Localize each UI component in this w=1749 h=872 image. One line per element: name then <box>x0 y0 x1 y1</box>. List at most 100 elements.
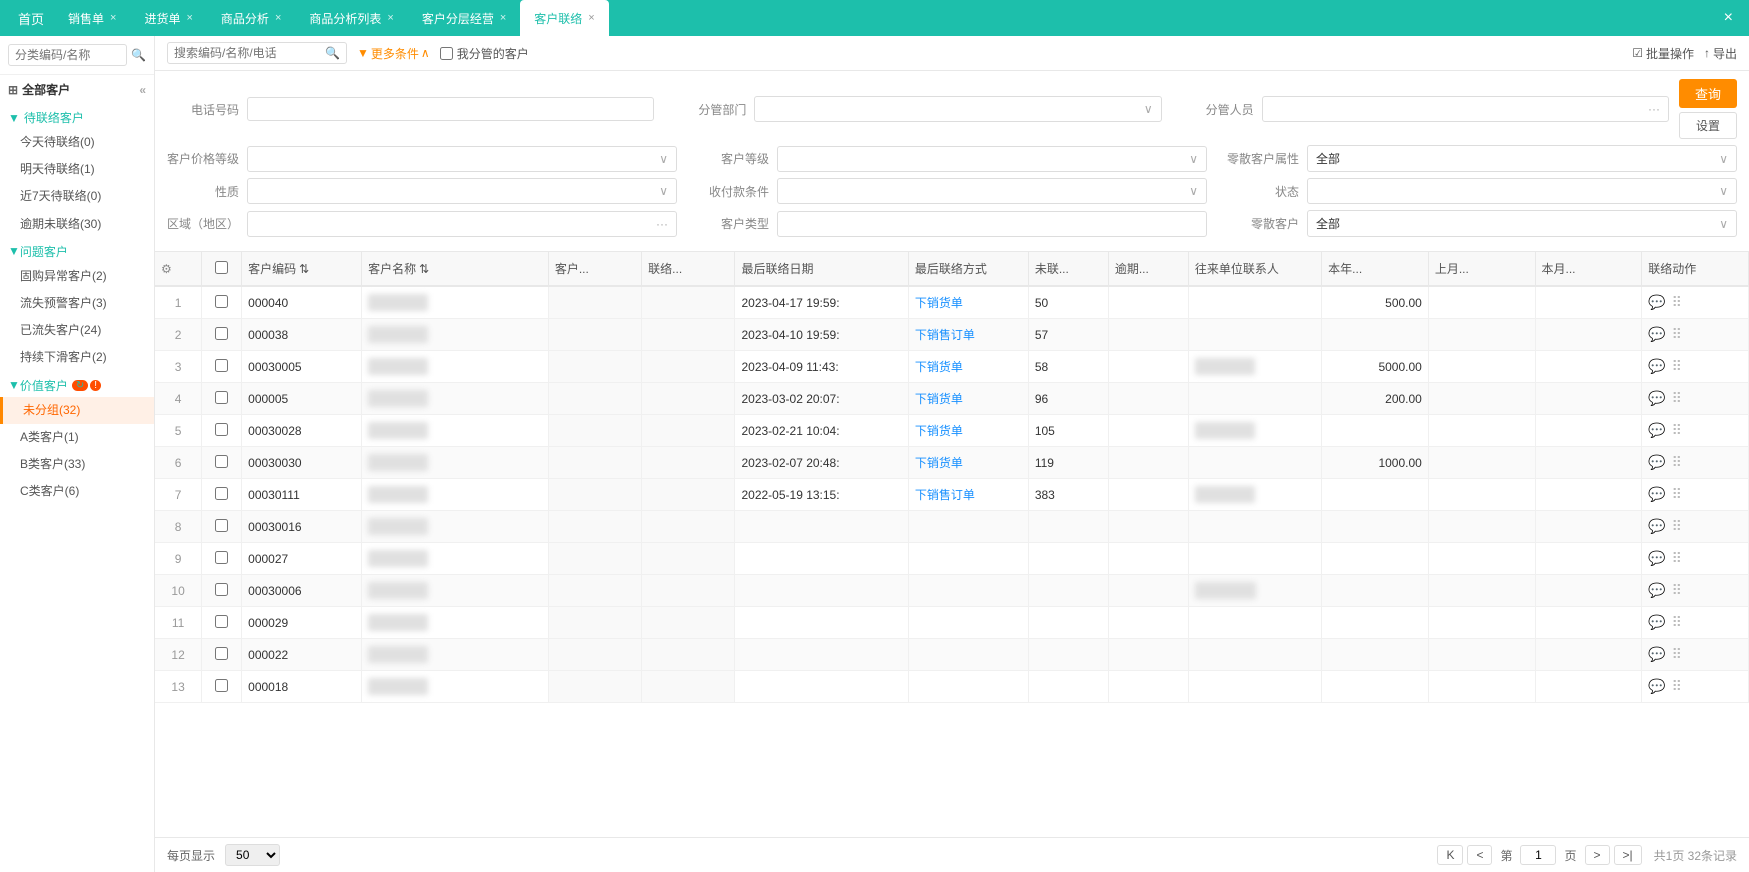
chat-icon[interactable]: 💬 <box>1648 454 1665 471</box>
sidebar-item-overdue-pending[interactable]: 逾期未联络(30) <box>0 211 154 238</box>
row-checkbox[interactable] <box>215 679 228 692</box>
price-level-select[interactable]: ∨ <box>247 146 677 172</box>
last-way-link[interactable]: 下销货单 <box>915 456 963 470</box>
more-icon[interactable]: ⠿ <box>1672 390 1682 407</box>
row-checkbox[interactable] <box>215 583 228 596</box>
last-way-link[interactable]: 下销货单 <box>915 296 963 310</box>
next-page-btn[interactable]: > <box>1585 845 1610 865</box>
more-icon[interactable]: ⠿ <box>1672 454 1682 471</box>
batch-op-btn[interactable]: ☑ 批量操作 <box>1632 45 1694 62</box>
th-code[interactable]: 客户编码⇅ <box>242 252 362 286</box>
chat-icon[interactable]: 💬 <box>1648 486 1665 503</box>
row-check[interactable] <box>202 607 242 639</box>
retail-select[interactable]: 全部 ∨ <box>1307 210 1737 237</box>
row-checkbox[interactable] <box>215 455 228 468</box>
th-gear[interactable]: ⚙ <box>155 252 202 286</box>
sidebar-item-ungrouped[interactable]: 未分组(32) <box>0 397 154 424</box>
row-checkbox[interactable] <box>215 487 228 500</box>
refresh-icon[interactable]: ↻ <box>72 380 88 391</box>
row-checkbox[interactable] <box>215 359 228 372</box>
chat-icon[interactable]: 💬 <box>1648 614 1665 631</box>
chat-icon[interactable]: 💬 <box>1648 646 1665 663</box>
prev-page-btn[interactable]: < <box>1467 845 1492 865</box>
sidebar-search-icon[interactable]: 🔍 <box>131 48 146 62</box>
search-icon[interactable]: 🔍 <box>325 46 340 60</box>
sidebar-item-today-pending[interactable]: 今天待联络(0) <box>0 129 154 156</box>
query-button[interactable]: 查询 <box>1679 79 1737 108</box>
settings-icon[interactable]: ⚙ <box>161 262 172 276</box>
customer-type-select[interactable] <box>777 211 1207 237</box>
row-checkbox[interactable] <box>215 327 228 340</box>
sidebar-item-declining[interactable]: 持续下滑客户(2) <box>0 344 154 371</box>
row-check[interactable] <box>202 286 242 319</box>
row-checkbox[interactable] <box>215 647 228 660</box>
last-way-link[interactable]: 下销货单 <box>915 424 963 438</box>
payment-select[interactable]: ∨ <box>777 178 1207 204</box>
nav-tab-customer-tier[interactable]: 客户分层经营 × <box>408 0 520 36</box>
row-check[interactable] <box>202 447 242 479</box>
sidebar-item-class-a[interactable]: A类客户(1) <box>0 424 154 451</box>
person-select[interactable]: ··· <box>1262 96 1669 122</box>
chat-icon[interactable]: 💬 <box>1648 390 1665 407</box>
reset-button[interactable]: 设置 <box>1679 112 1737 139</box>
row-check[interactable] <box>202 383 242 415</box>
retail-attr-select[interactable]: 全部 ∨ <box>1307 145 1737 172</box>
nature-select[interactable]: ∨ <box>247 178 677 204</box>
row-check[interactable] <box>202 479 242 511</box>
more-icon[interactable]: ⠿ <box>1672 326 1682 343</box>
more-conditions-btn[interactable]: ▼ 更多条件 ∧ <box>357 45 430 62</box>
chat-icon[interactable]: 💬 <box>1648 326 1665 343</box>
last-way-link[interactable]: 下销售订单 <box>915 488 975 502</box>
nav-tab-sales[interactable]: 销售单 × <box>54 0 130 36</box>
row-checkbox[interactable] <box>215 391 228 404</box>
chat-icon[interactable]: 💬 <box>1648 422 1665 439</box>
chat-icon[interactable]: 💬 <box>1648 518 1665 535</box>
nav-home-tab[interactable]: 首页 <box>8 9 54 28</box>
more-icon[interactable]: ⠿ <box>1672 614 1682 631</box>
row-check[interactable] <box>202 319 242 351</box>
chat-icon[interactable]: 💬 <box>1648 550 1665 567</box>
row-check[interactable] <box>202 575 242 607</box>
more-icon[interactable]: ⠿ <box>1672 518 1682 535</box>
sidebar-item-abnormal[interactable]: 固购异常客户(2) <box>0 263 154 290</box>
row-checkbox[interactable] <box>215 551 228 564</box>
last-way-link[interactable]: 下销货单 <box>915 360 963 374</box>
dept-select[interactable]: ∨ <box>754 96 1161 122</box>
row-check[interactable] <box>202 351 242 383</box>
nav-tab-purchase[interactable]: 进货单 × <box>130 0 206 36</box>
close-analysis-list-tab[interactable]: × <box>387 12 393 24</box>
row-check[interactable] <box>202 639 242 671</box>
more-icon[interactable]: ⠿ <box>1672 294 1682 311</box>
row-checkbox[interactable] <box>215 519 228 532</box>
chat-icon[interactable]: 💬 <box>1648 678 1665 695</box>
nav-tab-customer-contact[interactable]: 客户联络 × <box>520 0 608 36</box>
chat-icon[interactable]: 💬 <box>1648 358 1665 375</box>
close-customer-tier-tab[interactable]: × <box>500 12 506 24</box>
close-analysis-tab[interactable]: × <box>275 12 281 24</box>
last-page-btn[interactable]: >| <box>1614 845 1642 865</box>
first-page-btn[interactable]: K <box>1437 845 1463 865</box>
row-checkbox[interactable] <box>215 423 228 436</box>
more-icon[interactable]: ⠿ <box>1672 486 1682 503</box>
sidebar-item-churn-warning[interactable]: 流失预警客户(3) <box>0 290 154 317</box>
row-checkbox[interactable] <box>215 295 228 308</box>
more-icon[interactable]: ⠿ <box>1672 646 1682 663</box>
sidebar-item-class-c[interactable]: C类客户(6) <box>0 478 154 505</box>
sidebar-item-tomorrow-pending[interactable]: 明天待联络(1) <box>0 156 154 183</box>
page-size-select[interactable]: 50 20 100 <box>225 844 280 866</box>
export-btn[interactable]: ↑ 导出 <box>1704 45 1737 62</box>
nav-tab-analysis-list[interactable]: 商品分析列表 × <box>295 0 407 36</box>
more-icon[interactable]: ⠿ <box>1672 358 1682 375</box>
row-checkbox[interactable] <box>215 615 228 628</box>
status-select[interactable]: ∨ <box>1307 178 1737 204</box>
more-icon[interactable]: ⠿ <box>1672 678 1682 695</box>
more-icon[interactable]: ⠿ <box>1672 422 1682 439</box>
my-customers-checkbox[interactable] <box>440 47 453 60</box>
row-check[interactable] <box>202 415 242 447</box>
chat-icon[interactable]: 💬 <box>1648 582 1665 599</box>
window-close-button[interactable]: × <box>1716 9 1741 27</box>
sidebar-item-churned[interactable]: 已流失客户(24) <box>0 317 154 344</box>
sidebar-search-input[interactable] <box>8 44 127 66</box>
close-purchase-tab[interactable]: × <box>186 12 192 24</box>
phone-input[interactable] <box>247 97 654 121</box>
